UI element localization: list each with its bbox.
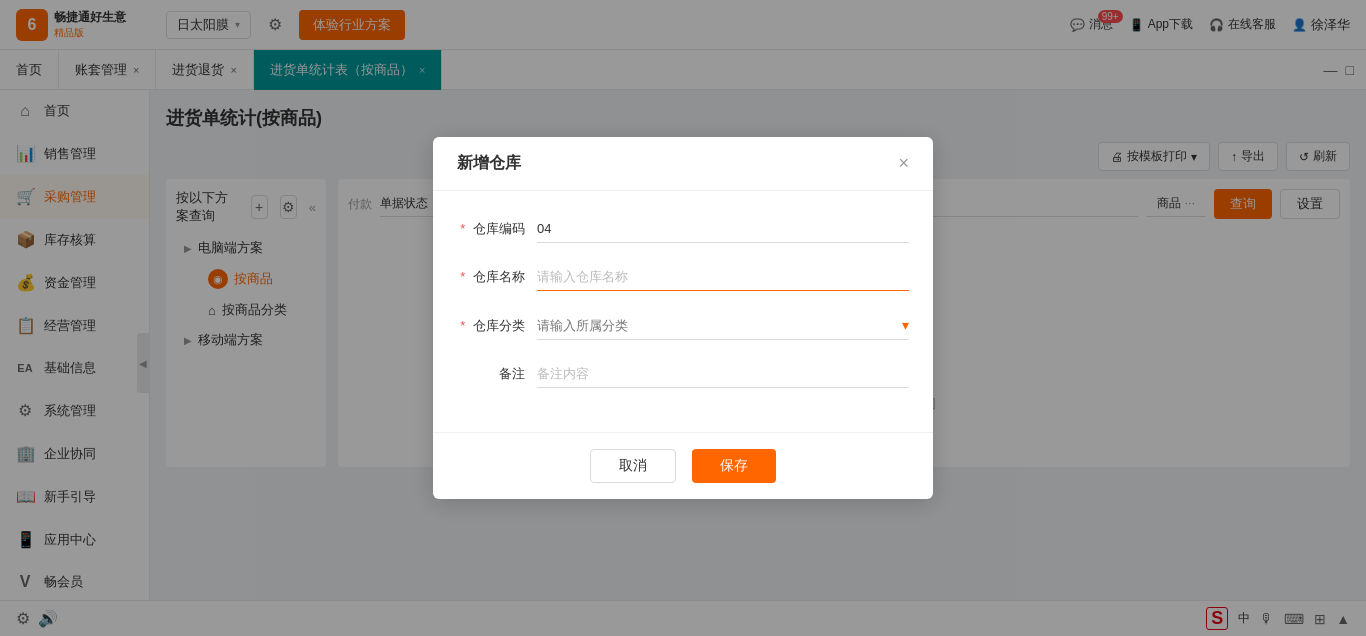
warehouse-note-input[interactable] [537,360,909,388]
warehouse-name-row: * 仓库名称 [457,263,909,291]
modal-body: * 仓库编码 * 仓库名称 * 仓库分类 [433,191,933,432]
modal-footer: 取消 保存 [433,432,933,499]
warehouse-category-input[interactable] [537,318,902,333]
cancel-button[interactable]: 取消 [590,449,676,483]
warehouse-category-row: * 仓库分类 ▾ [457,311,909,340]
warehouse-note-label: 备注 [457,365,537,383]
warehouse-code-input[interactable] [537,215,909,243]
add-warehouse-modal: 新增仓库 × * 仓库编码 * 仓库名称 [433,137,933,499]
warehouse-name-label: * 仓库名称 [457,268,537,286]
modal-title: 新增仓库 [457,153,521,174]
save-button[interactable]: 保存 [692,449,776,483]
category-dropdown-icon: ▾ [902,317,909,333]
warehouse-note-row: 备注 [457,360,909,388]
modal-close-button[interactable]: × [898,153,909,174]
modal-header: 新增仓库 × [433,137,933,191]
warehouse-category-select[interactable]: ▾ [537,311,909,340]
warehouse-category-label: * 仓库分类 [457,317,537,335]
modal-overlay: 新增仓库 × * 仓库编码 * 仓库名称 [0,0,1366,636]
warehouse-code-row: * 仓库编码 [457,215,909,243]
warehouse-name-input[interactable] [537,263,909,291]
warehouse-code-label: * 仓库编码 [457,220,537,238]
